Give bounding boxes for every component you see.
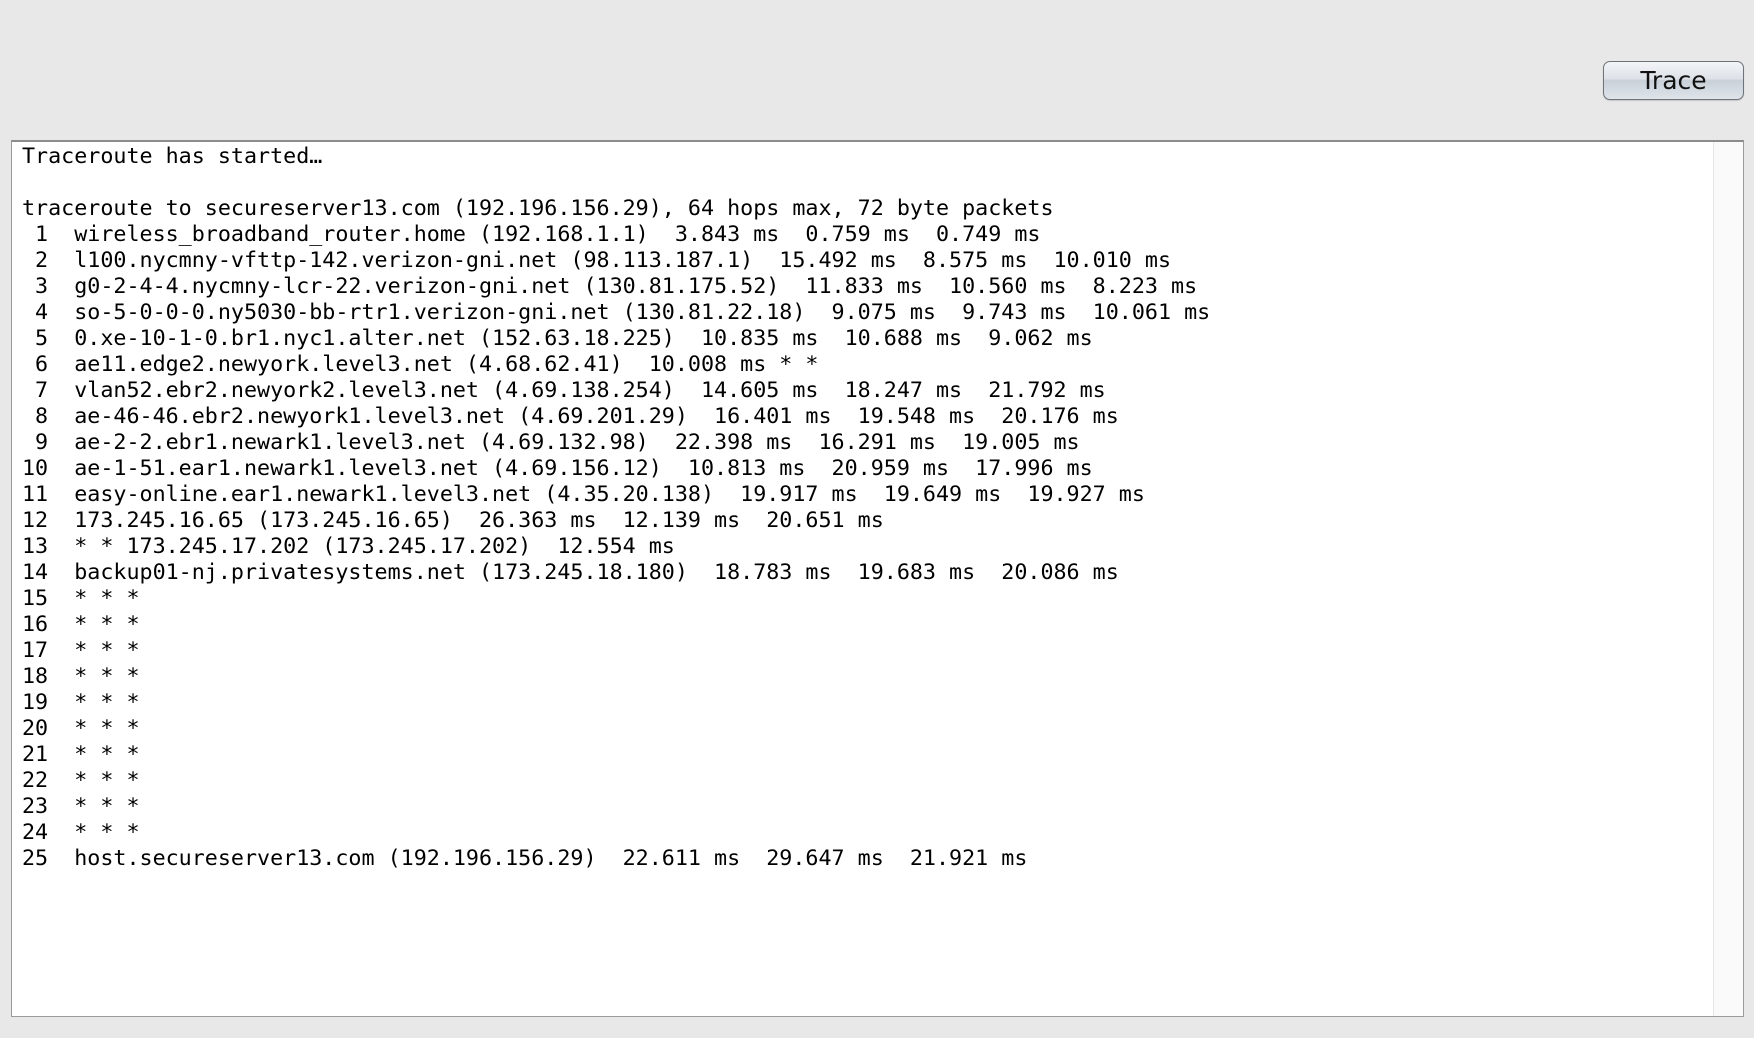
output-line: 14 backup01-nj.privatesystems.net (173.2… [22,560,1119,585]
output-line: 25 host.secureserver13.com (192.196.156.… [22,846,1028,871]
output-line: 1 wireless_broadband_router.home (192.16… [22,222,1041,247]
output-lines: Traceroute has started… traceroute to sec… [22,144,1210,872]
output-line: 16 * * * [22,612,140,637]
output-line: Traceroute has started… [22,144,323,169]
output-line: 15 * * * [22,586,140,611]
vertical-scrollbar[interactable] [1713,142,1743,1016]
output-line: 6 ae11.edge2.newyork.level3.net (4.68.62… [22,352,819,377]
output-line: 24 * * * [22,820,140,845]
output-line: 17 * * * [22,638,140,663]
output-line: 23 * * * [22,794,140,819]
output-line: 19 * * * [22,690,140,715]
output-line: 12 173.245.16.65 (173.245.16.65) 26.363 … [22,508,884,533]
output-line: traceroute to secureserver13.com (192.19… [22,196,1054,221]
output-line: 11 easy-online.ear1.newark1.level3.net (… [22,482,1145,507]
output-line: 3 g0-2-4-4.nycmny-lcr-22.verizon-gni.net… [22,274,1198,299]
output-line: 18 * * * [22,664,140,689]
output-line: 20 * * * [22,716,140,741]
output-line: 21 * * * [22,742,140,767]
output-line: 13 * * 173.245.17.202 (173.245.17.202) 1… [22,534,675,559]
output-line: 4 so-5-0-0-0.ny5030-bb-rtr1.verizon-gni.… [22,300,1211,325]
output-line: 5 0.xe-10-1-0.br1.nyc1.alter.net (152.63… [22,326,1093,351]
output-line: 22 * * * [22,768,140,793]
output-line: 7 vlan52.ebr2.newyork2.level3.net (4.69.… [22,378,1106,403]
traceroute-output[interactable]: Traceroute has started… traceroute to sec… [11,140,1744,1017]
output-line: 10 ae-1-51.ear1.newark1.level3.net (4.69… [22,456,1093,481]
trace-button[interactable]: Trace [1603,61,1744,100]
output-line: 9 ae-2-2.ebr1.newark1.level3.net (4.69.1… [22,430,1080,455]
output-line: 8 ae-46-46.ebr2.newyork1.level3.net (4.6… [22,404,1119,429]
output-line: 2 l100.nycmny-vfttp-142.verizon-gni.net … [22,248,1172,273]
